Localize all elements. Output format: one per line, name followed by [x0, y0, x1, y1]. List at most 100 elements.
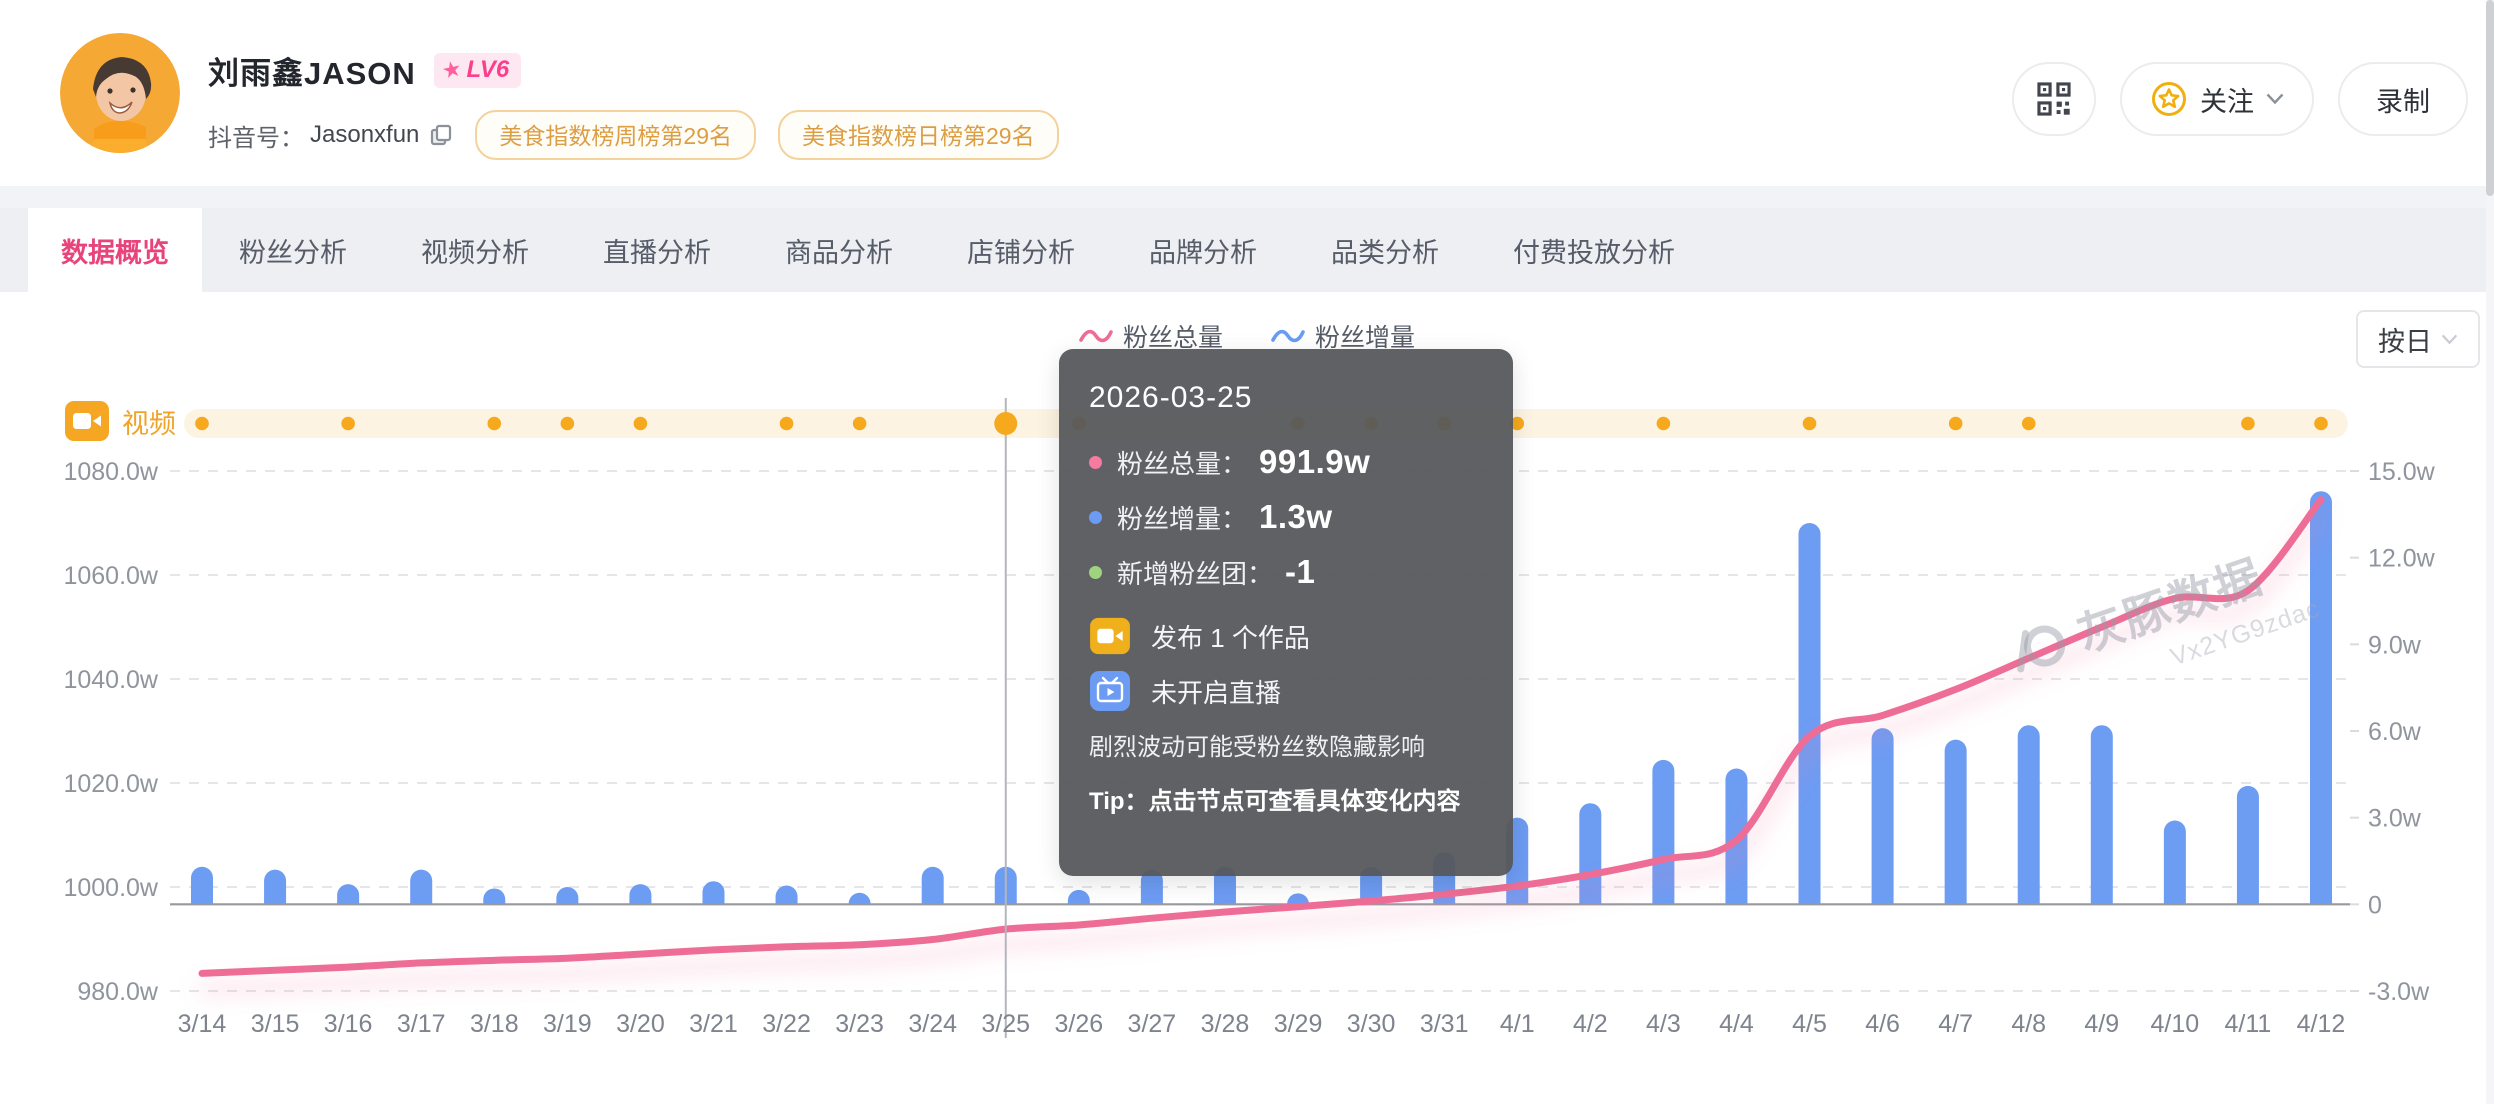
rank-badge-daily[interactable]: 美食指数榜日榜第29名 [778, 110, 1059, 160]
bar-4/7[interactable] [1945, 740, 1967, 905]
right-axis-label: 0 [2368, 891, 2382, 919]
avatar[interactable] [60, 33, 180, 153]
bar-3/21[interactable] [702, 881, 724, 904]
video-dot-3/14[interactable] [195, 417, 209, 431]
video-dot-4/8[interactable] [2022, 417, 2036, 431]
x-axis-label-4/4: 4/4 [1719, 1010, 1754, 1038]
chevron-down-icon [2266, 93, 2284, 105]
tab-bar: 数据概览粉丝分析视频分析直播分析商品分析店铺分析品牌分析品类分析付费投放分析 [0, 208, 2494, 292]
bar-4/10[interactable] [2164, 821, 2186, 905]
rank-badge-weekly[interactable]: 美食指数榜周榜第29名 [475, 110, 756, 160]
level-badge: ★ LV6 [434, 53, 521, 88]
video-dot-3/20[interactable] [634, 417, 648, 431]
follow-label: 关注 [2200, 80, 2254, 119]
user-name: 刘雨鑫JASON [208, 48, 416, 93]
avatar-image [60, 33, 180, 153]
left-axis-label: 1060.0w [63, 562, 158, 590]
bar-4/6[interactable] [1872, 728, 1894, 904]
tab-8[interactable]: 付费投放分析 [1476, 208, 1712, 292]
tab-2[interactable]: 视频分析 [384, 208, 566, 292]
tab-6[interactable]: 品牌分析 [1112, 208, 1294, 292]
video-dot-3/19[interactable] [561, 417, 575, 431]
tab-5[interactable]: 店铺分析 [930, 208, 1112, 292]
record-button[interactable]: 录制 [2338, 62, 2468, 136]
bar-3/14[interactable] [191, 867, 213, 905]
scrollbar-thumb[interactable] [2486, 0, 2494, 196]
bar-3/22[interactable] [776, 886, 798, 905]
x-axis-label-4/7: 4/7 [1938, 1010, 1973, 1038]
video-row-label: 视频 [122, 402, 176, 441]
bar-3/16[interactable] [337, 884, 359, 904]
x-axis-label-3/29: 3/29 [1274, 1010, 1323, 1038]
right-axis-label: 15.0w [2368, 458, 2436, 486]
left-axis-label: 1040.0w [63, 666, 158, 694]
bar-4/11[interactable] [2237, 786, 2259, 904]
x-axis-label-3/26: 3/26 [1054, 1010, 1103, 1038]
pink-dot-icon [1089, 456, 1102, 469]
x-axis-label-4/10: 4/10 [2151, 1010, 2200, 1038]
tooltip-publish-row: 发布 1 个作品 [1089, 617, 1487, 655]
chevron-down-icon [2441, 334, 2458, 345]
x-axis-label-4/1: 4/1 [1500, 1010, 1535, 1038]
x-axis-label-3/18: 3/18 [470, 1010, 519, 1038]
video-dot-3/22[interactable] [780, 417, 794, 431]
x-axis-label-3/31: 3/31 [1420, 1010, 1469, 1038]
tooltip-label-total: 粉丝总量： [1117, 444, 1247, 481]
bar-3/26[interactable] [1068, 890, 1090, 904]
video-dot-active-3/25[interactable] [994, 412, 1017, 435]
tooltip-tip-label: Tip： [1089, 781, 1149, 816]
chart-tooltip: 2026-03-25 粉丝总量： 991.9w 粉丝增量： 1.3w 新增粉丝团… [1059, 349, 1513, 876]
tooltip-value-total: 991.9w [1259, 443, 1370, 481]
tooltip-publish-text: 发布 1 个作品 [1151, 618, 1310, 655]
blue-line-legend-icon [1271, 327, 1305, 345]
video-dot-4/11[interactable] [2241, 417, 2255, 431]
tooltip-live-text: 未开启直播 [1151, 673, 1281, 710]
bar-3/24[interactable] [922, 867, 944, 905]
video-dot-3/16[interactable] [341, 417, 355, 431]
bar-4/2[interactable] [1579, 803, 1601, 904]
video-icon [1089, 617, 1131, 655]
x-axis-label-4/11: 4/11 [2225, 1010, 2272, 1038]
video-dot-3/18[interactable] [487, 417, 501, 431]
video-row-header: 视频 [64, 400, 176, 442]
tooltip-label-fanclub: 新增粉丝团： [1117, 554, 1273, 591]
level-star-icon: ★ [439, 55, 464, 85]
tab-4[interactable]: 商品分析 [748, 208, 930, 292]
bar-4/12[interactable] [2310, 491, 2332, 904]
tab-7[interactable]: 品类分析 [1294, 208, 1476, 292]
follow-button[interactable]: 关注 [2120, 62, 2314, 136]
bar-3/18[interactable] [483, 888, 505, 904]
period-selector[interactable]: 按日 [2356, 310, 2480, 368]
video-dot-3/23[interactable] [853, 417, 867, 431]
bar-4/9[interactable] [2091, 725, 2113, 904]
green-dot-icon [1089, 566, 1102, 579]
pink-line-legend-icon [1079, 327, 1113, 345]
bar-3/15[interactable] [264, 870, 286, 905]
x-axis-label-4/6: 4/6 [1865, 1010, 1900, 1038]
qr-code-button[interactable] [2012, 62, 2096, 136]
x-axis-label-3/20: 3/20 [616, 1010, 665, 1038]
bar-3/19[interactable] [556, 887, 578, 904]
bar-4/3[interactable] [1652, 760, 1674, 904]
video-dot-4/7[interactable] [1949, 417, 1963, 431]
blue-dot-icon [1089, 511, 1102, 524]
bar-4/5[interactable] [1799, 523, 1821, 904]
video-dot-4/12[interactable] [2314, 417, 2328, 431]
right-axis-label: 12.0w [2368, 545, 2436, 573]
tab-1[interactable]: 粉丝分析 [202, 208, 384, 292]
video-dot-4/3[interactable] [1657, 417, 1671, 431]
copy-icon[interactable] [429, 123, 453, 147]
video-dot-4/5[interactable] [1803, 417, 1817, 431]
tab-3[interactable]: 直播分析 [566, 208, 748, 292]
bar-3/17[interactable] [410, 870, 432, 905]
record-label: 录制 [2376, 80, 2430, 119]
x-axis-label-3/15: 3/15 [251, 1010, 300, 1038]
bar-4/8[interactable] [2018, 725, 2040, 904]
tab-0[interactable]: 数据概览 [28, 208, 202, 292]
douyin-id-label: 抖音号： [208, 118, 304, 153]
bar-3/23[interactable] [849, 893, 871, 905]
x-axis-label-3/30: 3/30 [1347, 1010, 1396, 1038]
star-icon [2150, 80, 2188, 118]
x-axis-label-4/12: 4/12 [2297, 1010, 2346, 1038]
x-axis-label-3/17: 3/17 [397, 1010, 446, 1038]
